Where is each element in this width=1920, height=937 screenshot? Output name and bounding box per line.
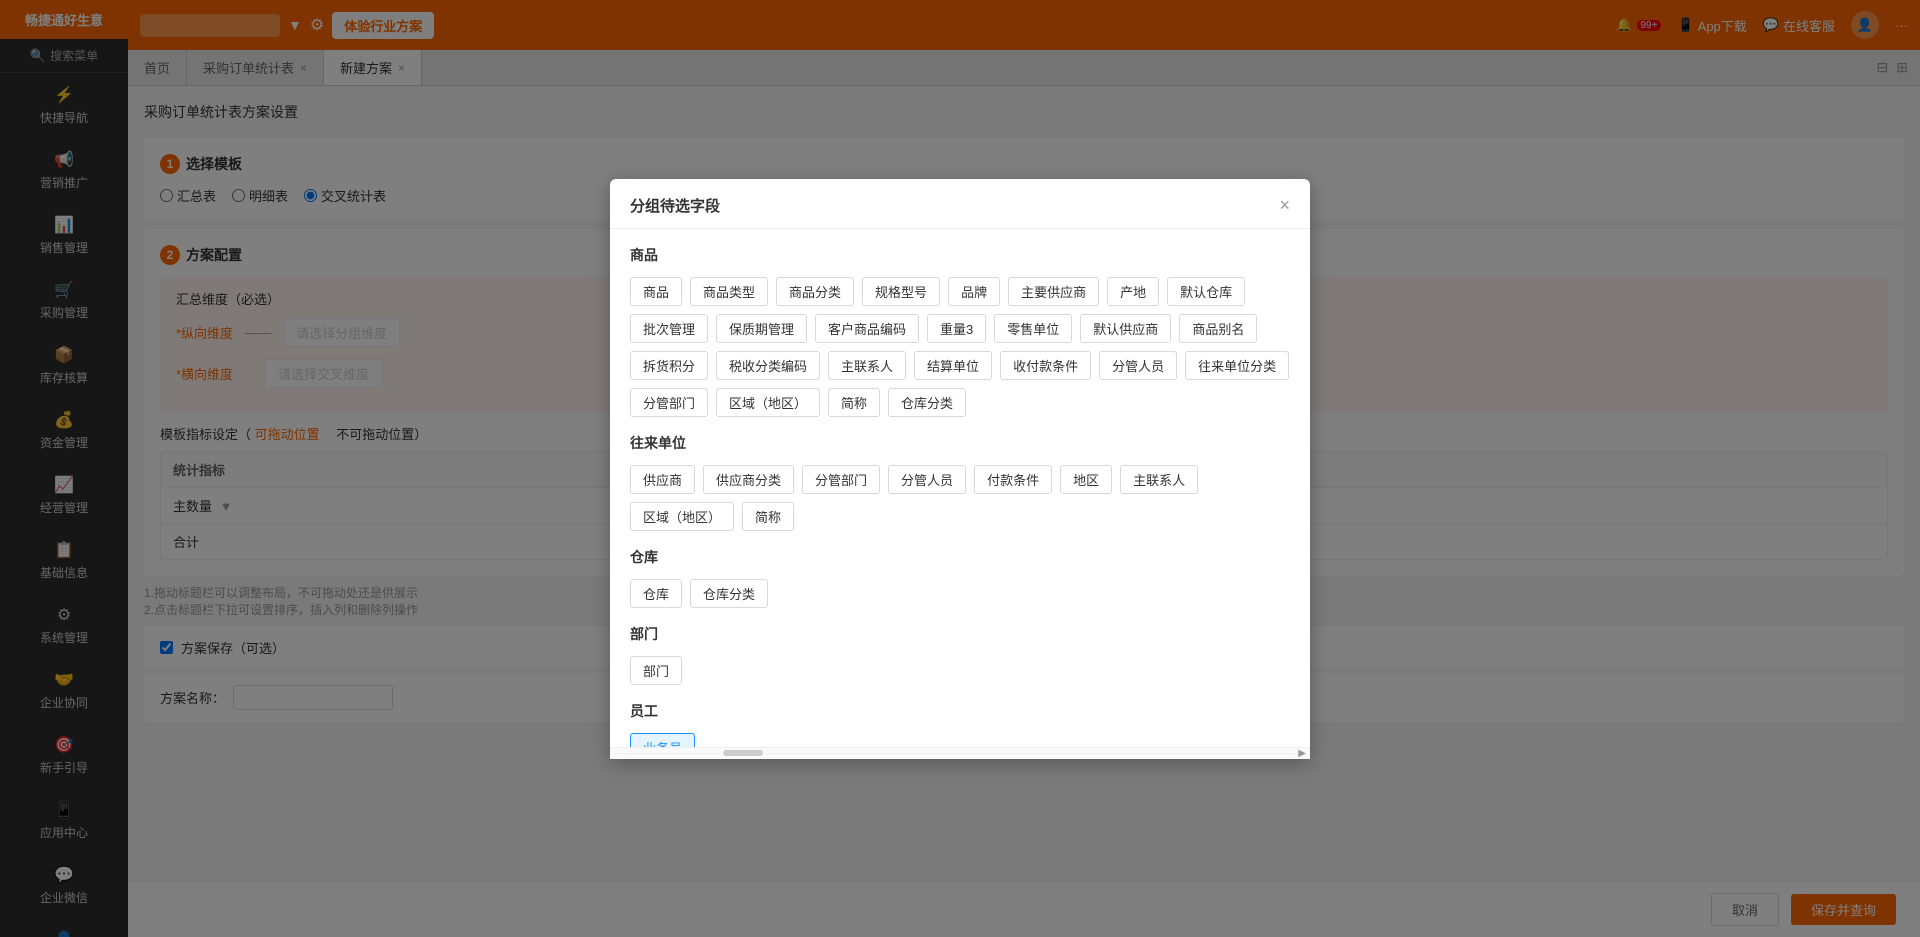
modal-close-btn[interactable]: × [1279,196,1290,214]
field-manage-dept[interactable]: 分管部门 [630,388,708,417]
field-staff[interactable]: 分管人员 [888,465,966,494]
hscroll-thumb[interactable] [723,750,763,756]
section-partner-title: 往来单位 [630,433,1290,453]
field-group-warehouse: 仓库 仓库分类 [630,579,1290,608]
field-product-alias[interactable]: 商品别名 [1179,314,1257,343]
field-group-employee: 业务员 [630,733,1290,747]
modal-title: 分组待选字段 [630,195,720,216]
field-department[interactable]: 部门 [630,656,682,685]
field-settlement-unit[interactable]: 结算单位 [914,351,992,380]
field-group-dept: 部门 [630,656,1290,685]
field-main-contact2[interactable]: 主联系人 [1120,465,1198,494]
section-product-title: 商品 [630,245,1290,265]
field-warehouse[interactable]: 仓库 [630,579,682,608]
field-product[interactable]: 商品 [630,277,682,306]
field-dept[interactable]: 分管部门 [802,465,880,494]
field-manager[interactable]: 分管人员 [1099,351,1177,380]
field-short-name2[interactable]: 简称 [742,502,794,531]
field-region2[interactable]: 区域（地区） [630,502,734,531]
field-district[interactable]: 地区 [1060,465,1112,494]
section-employee-title: 员工 [630,701,1290,721]
field-split-score[interactable]: 拆货积分 [630,351,708,380]
field-warehouse-category[interactable]: 仓库分类 [888,388,966,417]
section-warehouse-title: 仓库 [630,547,1290,567]
field-warehouse-cat[interactable]: 仓库分类 [690,579,768,608]
field-supplier-category[interactable]: 供应商分类 [703,465,794,494]
modal-body: 商品 商品 商品类型 商品分类 规格型号 品牌 主要供应商 产地 默认仓库 批次… [610,229,1310,747]
field-supplier[interactable]: 供应商 [630,465,695,494]
field-main-contact[interactable]: 主联系人 [828,351,906,380]
hscroll-right-arrow[interactable]: ▶ [1298,748,1306,759]
modal-hscroll[interactable]: ▶ [610,747,1310,759]
field-shelf-life[interactable]: 保质期管理 [716,314,807,343]
field-group-product: 商品 商品类型 商品分类 规格型号 品牌 主要供应商 产地 默认仓库 批次管理 … [630,277,1290,417]
field-brand[interactable]: 品牌 [948,277,1000,306]
field-origin[interactable]: 产地 [1107,277,1159,306]
field-payment-terms[interactable]: 收付款条件 [1000,351,1091,380]
field-product-type[interactable]: 商品类型 [690,277,768,306]
field-default-supplier[interactable]: 默认供应商 [1080,314,1171,343]
field-default-warehouse[interactable]: 默认仓库 [1167,277,1245,306]
field-batch-manage[interactable]: 批次管理 [630,314,708,343]
field-region[interactable]: 区域（地区） [716,388,820,417]
field-short-name[interactable]: 简称 [828,388,880,417]
field-tax-code[interactable]: 税收分类编码 [716,351,820,380]
field-unit-category[interactable]: 往来单位分类 [1185,351,1289,380]
field-retail-unit[interactable]: 零售单位 [994,314,1072,343]
field-main-supplier[interactable]: 主要供应商 [1008,277,1099,306]
field-product-category[interactable]: 商品分类 [776,277,854,306]
field-weight3[interactable]: 重量3 [927,314,986,343]
field-group-partner: 供应商 供应商分类 分管部门 分管人员 付款条件 地区 主联系人 区域（地区） … [630,465,1290,531]
field-spec-model[interactable]: 规格型号 [862,277,940,306]
modal: 分组待选字段 × 商品 商品 商品类型 商品分类 规格型号 品牌 主要供应商 产… [610,179,1310,759]
section-dept-title: 部门 [630,624,1290,644]
field-pay-terms[interactable]: 付款条件 [974,465,1052,494]
modal-header: 分组待选字段 × [610,179,1310,229]
field-salesperson[interactable]: 业务员 [630,733,695,747]
field-customer-code[interactable]: 客户商品编码 [815,314,919,343]
